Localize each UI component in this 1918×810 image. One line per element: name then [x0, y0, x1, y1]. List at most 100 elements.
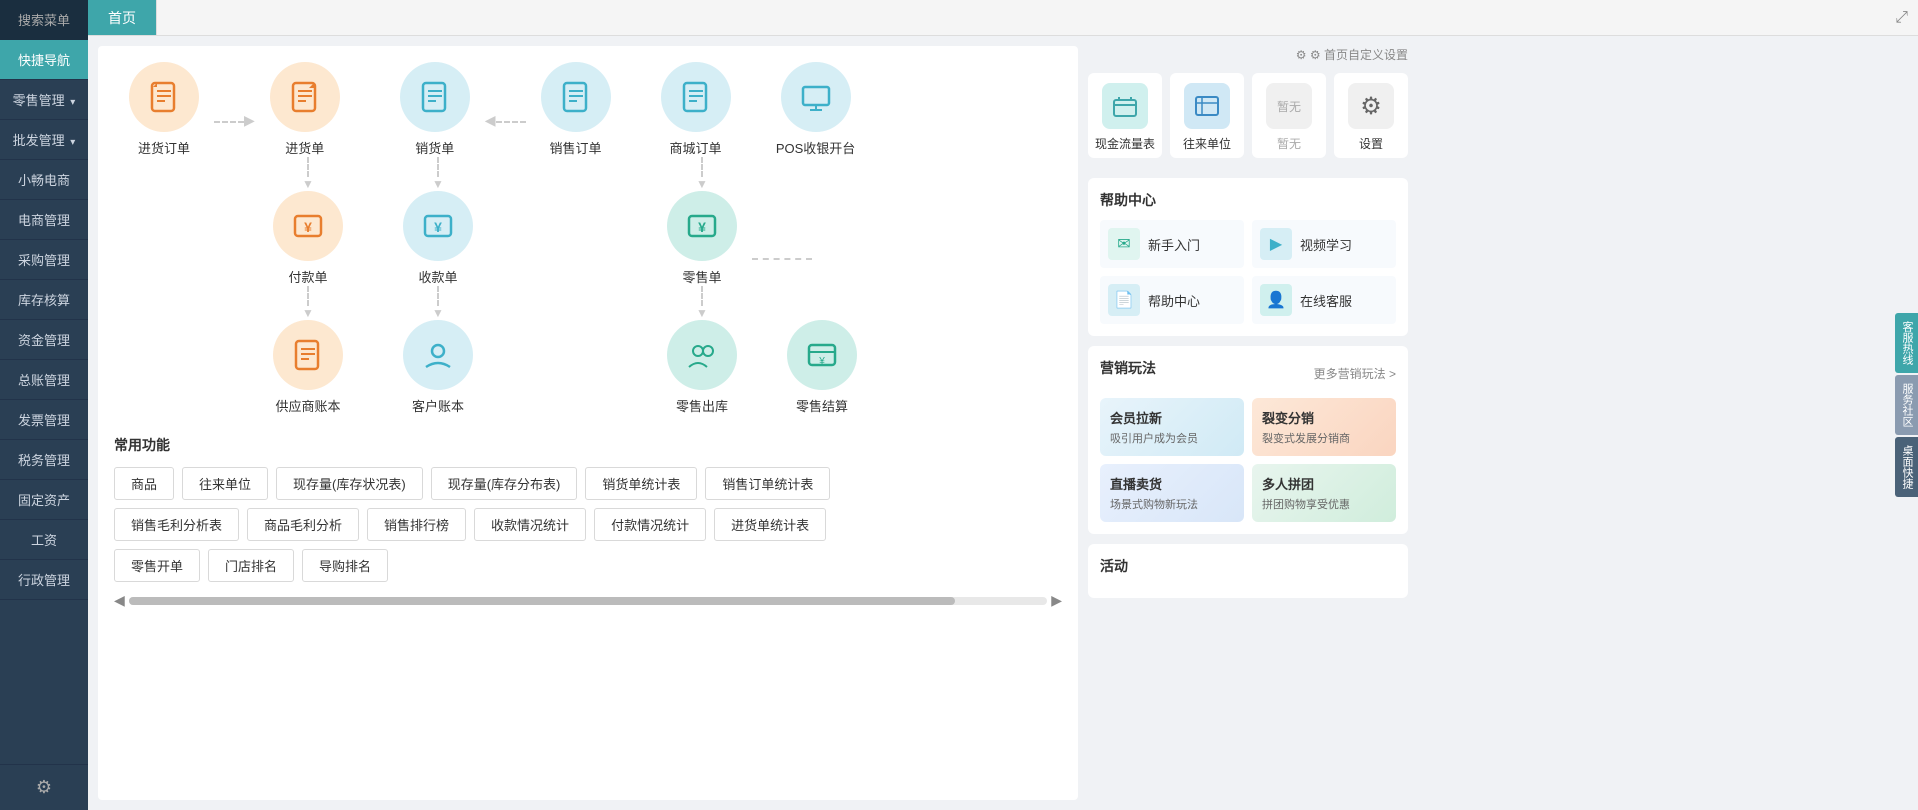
sidebar-item-purchase[interactable]: 采购管理	[0, 240, 88, 280]
purchase-order-label: 进货订单	[138, 138, 190, 157]
sidebar-item-assets[interactable]: 固定资产	[0, 480, 88, 520]
scroll-right-arrow[interactable]: ▶	[1051, 592, 1062, 609]
homepage-settings-link[interactable]: ⚙ ⚙ 首页自定义设置	[1088, 46, 1408, 63]
sidebar-item-tax[interactable]: 税务管理	[0, 440, 88, 480]
float-btn-community[interactable]: 服务社区	[1895, 375, 1918, 435]
retail-order-col: ¥ 零售单	[652, 191, 752, 286]
marketing-item-group[interactable]: 多人拼团 拼团购物享受优惠	[1252, 464, 1396, 522]
func-btn-sale-order-stats[interactable]: 销售订单统计表	[705, 467, 830, 500]
sidebar-item-ecommerce-mgmt[interactable]: 电商管理	[0, 200, 88, 240]
sale-order-node[interactable]: 销售订单	[526, 62, 626, 157]
sidebar: 搜索菜单 快捷导航 零售管理 ▾ 批发管理 ▾ 小畅电商 电商管理 采购管理 库…	[0, 0, 88, 810]
scroll-track[interactable]	[129, 597, 1047, 605]
func-btn-goods[interactable]: 商品	[114, 467, 174, 500]
v-line-rec	[437, 286, 439, 306]
retail-out-node[interactable]: 零售出库	[652, 320, 752, 415]
quick-nav-partners[interactable]: 往来单位	[1170, 73, 1244, 158]
v-line-ps	[307, 157, 309, 177]
empty-icon: 暂无	[1266, 83, 1312, 129]
marketing-item-fission[interactable]: 裂变分销 裂变式发展分销商	[1252, 398, 1396, 456]
func-btn-sale-stats[interactable]: 销货单统计表	[585, 467, 697, 500]
arrow-ss-so: ◀	[485, 112, 526, 157]
sidebar-item-salary[interactable]: 工资	[0, 520, 88, 560]
help-center-card: 帮助中心 ✉ 新手入门 ▶ 视频学习 📄 帮助中心 👤	[1088, 178, 1408, 336]
payment-slip-label: 付款单	[288, 267, 327, 286]
marketing-more-link[interactable]: 更多营销玩法 >	[1314, 365, 1396, 382]
sidebar-item-invoice[interactable]: 发票管理	[0, 400, 88, 440]
quick-nav-empty[interactable]: 暂无 暂无	[1252, 73, 1326, 158]
settings-icon: ⚙	[1348, 83, 1394, 129]
receipt-slip-label: 收款单	[418, 267, 457, 286]
marketing-item-member[interactable]: 会员拉新 吸引用户成为会员	[1100, 398, 1244, 456]
retail-order-node[interactable]: ¥ 零售单	[652, 191, 752, 286]
mall-order-node[interactable]: 商城订单	[646, 62, 746, 157]
func-btn-goods-profit[interactable]: 商品毛利分析	[247, 508, 359, 541]
func-btn-partners[interactable]: 往来单位	[182, 467, 268, 500]
ph3-h2	[358, 389, 388, 415]
arrow-down-rec: ▼	[432, 306, 444, 320]
func-btn-purchase-stats[interactable]: 进货单统计表	[714, 508, 826, 541]
supplier-account-node[interactable]: 供应商账本	[258, 320, 358, 415]
help-item-helpcenter[interactable]: 📄 帮助中心	[1100, 276, 1244, 324]
main-area: 首页 ⤢ 进货订单	[88, 0, 1918, 810]
func-row-1: 商品 往来单位 现存量(库存状况表) 现存量(库存分布表) 销货单统计表 销售订…	[114, 467, 1062, 500]
func-btn-sale-profit[interactable]: 销售毛利分析表	[114, 508, 239, 541]
func-btn-inventory-status[interactable]: 现存量(库存状况表)	[276, 467, 423, 500]
sale-order-label: 销售订单	[550, 138, 602, 157]
sidebar-item-inventory[interactable]: 库存核算	[0, 280, 88, 320]
v-arrow-pay: ▼	[258, 286, 358, 320]
sidebar-item-ecommerce[interactable]: 小畅电商	[0, 160, 88, 200]
sidebar-item-retail[interactable]: 零售管理 ▾	[0, 80, 88, 120]
retail-settle-node[interactable]: ¥ 零售结算	[772, 320, 872, 415]
spacer2	[626, 131, 646, 157]
payment-slip-node[interactable]: ¥ 付款单	[258, 191, 358, 286]
receipt-slip-node[interactable]: ¥ 收款单	[388, 191, 488, 286]
float-btn-desktop[interactable]: 桌面快捷	[1895, 437, 1918, 497]
helpcenter-label: 帮助中心	[1148, 291, 1200, 310]
search-menu[interactable]: 搜索菜单	[0, 0, 88, 40]
sidebar-item-quicknav[interactable]: 快捷导航	[0, 40, 88, 80]
marketing-item-member-sub: 吸引用户成为会员	[1110, 430, 1234, 446]
float-btn-service[interactable]: 客服热线	[1895, 313, 1918, 373]
func-btn-store-rank[interactable]: 门店排名	[208, 549, 294, 582]
func-btn-receipt-stats[interactable]: 收款情况统计	[474, 508, 586, 541]
svg-text:¥: ¥	[698, 219, 706, 235]
retail-out-label: 零售出库	[676, 396, 728, 415]
beginner-icon: ✉	[1108, 228, 1140, 260]
marketing-grid: 会员拉新 吸引用户成为会员 裂变分销 裂变式发展分销商 直播卖货 场景式购物新玩…	[1100, 398, 1396, 522]
sidebar-item-wholesale[interactable]: 批发管理 ▾	[0, 120, 88, 160]
quick-nav-cashflow[interactable]: 现金流量表	[1088, 73, 1162, 158]
help-item-beginner[interactable]: ✉ 新手入门	[1100, 220, 1244, 268]
retail-settle-col: ¥ 零售结算	[772, 320, 872, 415]
sidebar-item-finance[interactable]: 资金管理	[0, 320, 88, 360]
func-btn-sale-rank[interactable]: 销售排行榜	[367, 508, 466, 541]
func-btn-guide-rank[interactable]: 导购排名	[302, 549, 388, 582]
arrow-down-ss: ▼	[432, 177, 444, 191]
help-item-service[interactable]: 👤 在线客服	[1252, 276, 1396, 324]
marketing-item-live[interactable]: 直播卖货 场景式购物新玩法	[1100, 464, 1244, 522]
tab-home[interactable]: 首页	[88, 0, 157, 35]
receipt-slip-col: ¥ 收款单	[388, 191, 488, 286]
expand-icon[interactable]: ⤢	[1885, 9, 1918, 27]
func-row-3: 零售开单 门店排名 导购排名	[114, 549, 1062, 582]
scroll-left-arrow[interactable]: ◀	[114, 592, 125, 609]
purchase-order-node[interactable]: 进货订单	[114, 62, 214, 157]
customer-account-node[interactable]: 客户账本	[388, 320, 488, 415]
sale-slip-node[interactable]: 销货单	[385, 62, 485, 157]
sidebar-item-admin[interactable]: 行政管理	[0, 560, 88, 600]
func-btn-payment-stats[interactable]: 付款情况统计	[594, 508, 706, 541]
video-label: 视频学习	[1300, 235, 1352, 254]
purchase-slip-node[interactable]: 进货单	[255, 62, 355, 157]
func-btn-inventory-dist[interactable]: 现存量(库存分布表)	[431, 467, 578, 500]
empty-label: 暂无	[1277, 135, 1301, 152]
settings-label: 设置	[1359, 135, 1383, 152]
quick-nav-settings[interactable]: ⚙ 设置	[1334, 73, 1408, 158]
gear-icon[interactable]: ⚙	[0, 764, 88, 810]
func-btn-retail-order[interactable]: 零售开单	[114, 549, 200, 582]
help-item-video[interactable]: ▶ 视频学习	[1252, 220, 1396, 268]
pos-open-node[interactable]: POS收银开台	[766, 62, 866, 157]
pos-open-icon	[781, 62, 851, 132]
sidebar-item-ledger[interactable]: 总账管理	[0, 360, 88, 400]
activity-title: 活动	[1100, 556, 1396, 576]
flow-diagram: 进货订单 ▶ 进货单	[114, 62, 1062, 415]
